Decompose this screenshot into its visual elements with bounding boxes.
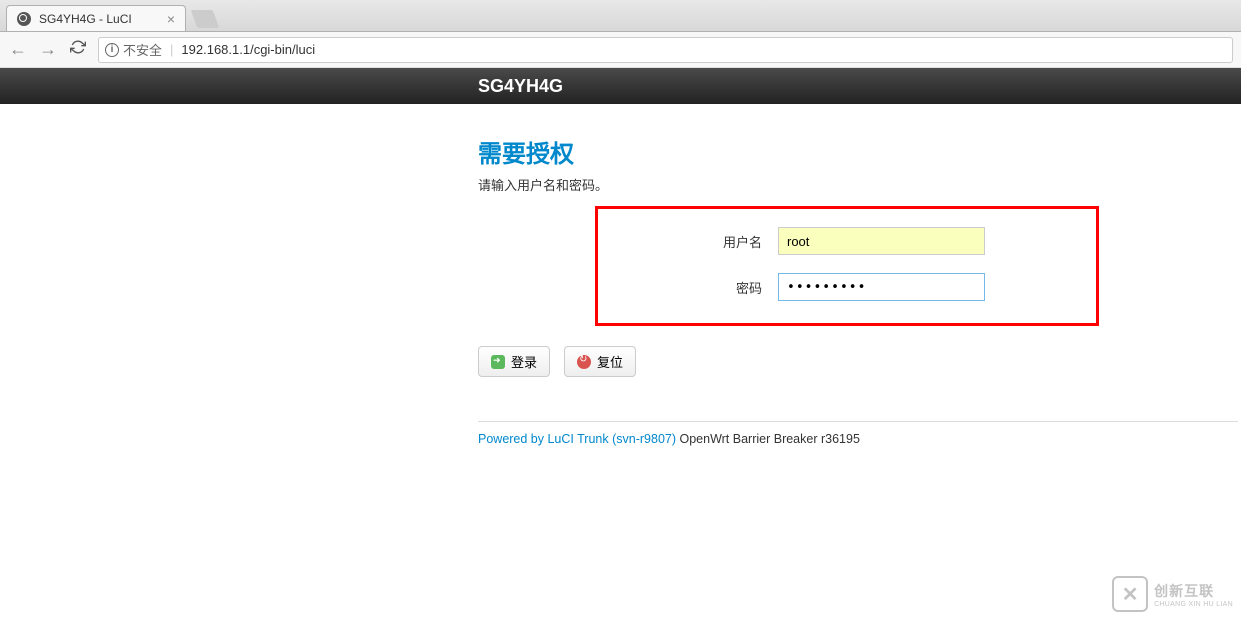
insecure-indicator[interactable]: i 不安全 <box>105 40 162 59</box>
tab-title: SG4YH4G - LuCI <box>39 12 132 26</box>
browser-nav-bar: ← → i 不安全 | 192.168.1.1/cgi-bin/luci <box>0 32 1241 68</box>
reset-icon <box>577 355 591 369</box>
password-row: 密码 <box>598 273 1096 301</box>
page-header: SG4YH4G <box>0 68 1241 104</box>
reset-button[interactable]: 复位 <box>564 346 636 377</box>
username-label: 用户名 <box>598 232 778 251</box>
watermark-icon: ✕ <box>1112 576 1148 612</box>
reset-button-label: 复位 <box>597 352 623 371</box>
password-input[interactable] <box>778 273 985 301</box>
reload-button[interactable] <box>68 39 88 60</box>
button-row: 登录 复位 <box>478 346 1238 377</box>
username-input[interactable] <box>778 227 985 255</box>
app-title: SG4YH4G <box>478 76 563 96</box>
login-button[interactable]: 登录 <box>478 346 550 377</box>
info-icon: i <box>105 43 119 57</box>
auth-heading: 需要授权 <box>478 134 1238 169</box>
address-bar[interactable]: i 不安全 | 192.168.1.1/cgi-bin/luci <box>98 37 1233 63</box>
address-separator: | <box>170 42 173 57</box>
auth-subtitle: 请输入用户名和密码。 <box>478 175 1238 194</box>
login-button-label: 登录 <box>511 352 537 371</box>
username-row: 用户名 <box>598 227 1096 255</box>
insecure-label: 不安全 <box>123 40 162 59</box>
login-icon <box>491 355 505 369</box>
watermark: ✕ 创新互联 CHUANG XIN HU LIAN <box>1112 576 1233 612</box>
footer-link[interactable]: Powered by LuCI Trunk (svn-r9807) <box>478 432 676 446</box>
footer: Powered by LuCI Trunk (svn-r9807) OpenWr… <box>478 421 1238 446</box>
new-tab-button[interactable] <box>191 10 220 28</box>
login-form-highlight: 用户名 密码 <box>595 206 1099 326</box>
forward-button[interactable]: → <box>38 39 58 60</box>
password-label: 密码 <box>598 278 778 297</box>
browser-tab-bar: SG4YH4G - LuCI × <box>0 0 1241 32</box>
tab-close-icon[interactable]: × <box>167 11 175 27</box>
tab-favicon-icon <box>17 12 31 26</box>
main-content: 需要授权 请输入用户名和密码。 用户名 密码 登录 复位 Powered by … <box>478 104 1238 446</box>
browser-tab[interactable]: SG4YH4G - LuCI × <box>6 5 186 31</box>
watermark-en: CHUANG XIN HU LIAN <box>1154 601 1233 608</box>
address-url: 192.168.1.1/cgi-bin/luci <box>181 42 315 57</box>
footer-tail: OpenWrt Barrier Breaker r36195 <box>676 432 860 446</box>
back-button[interactable]: ← <box>8 39 28 60</box>
watermark-zh: 创新互联 <box>1154 581 1233 601</box>
